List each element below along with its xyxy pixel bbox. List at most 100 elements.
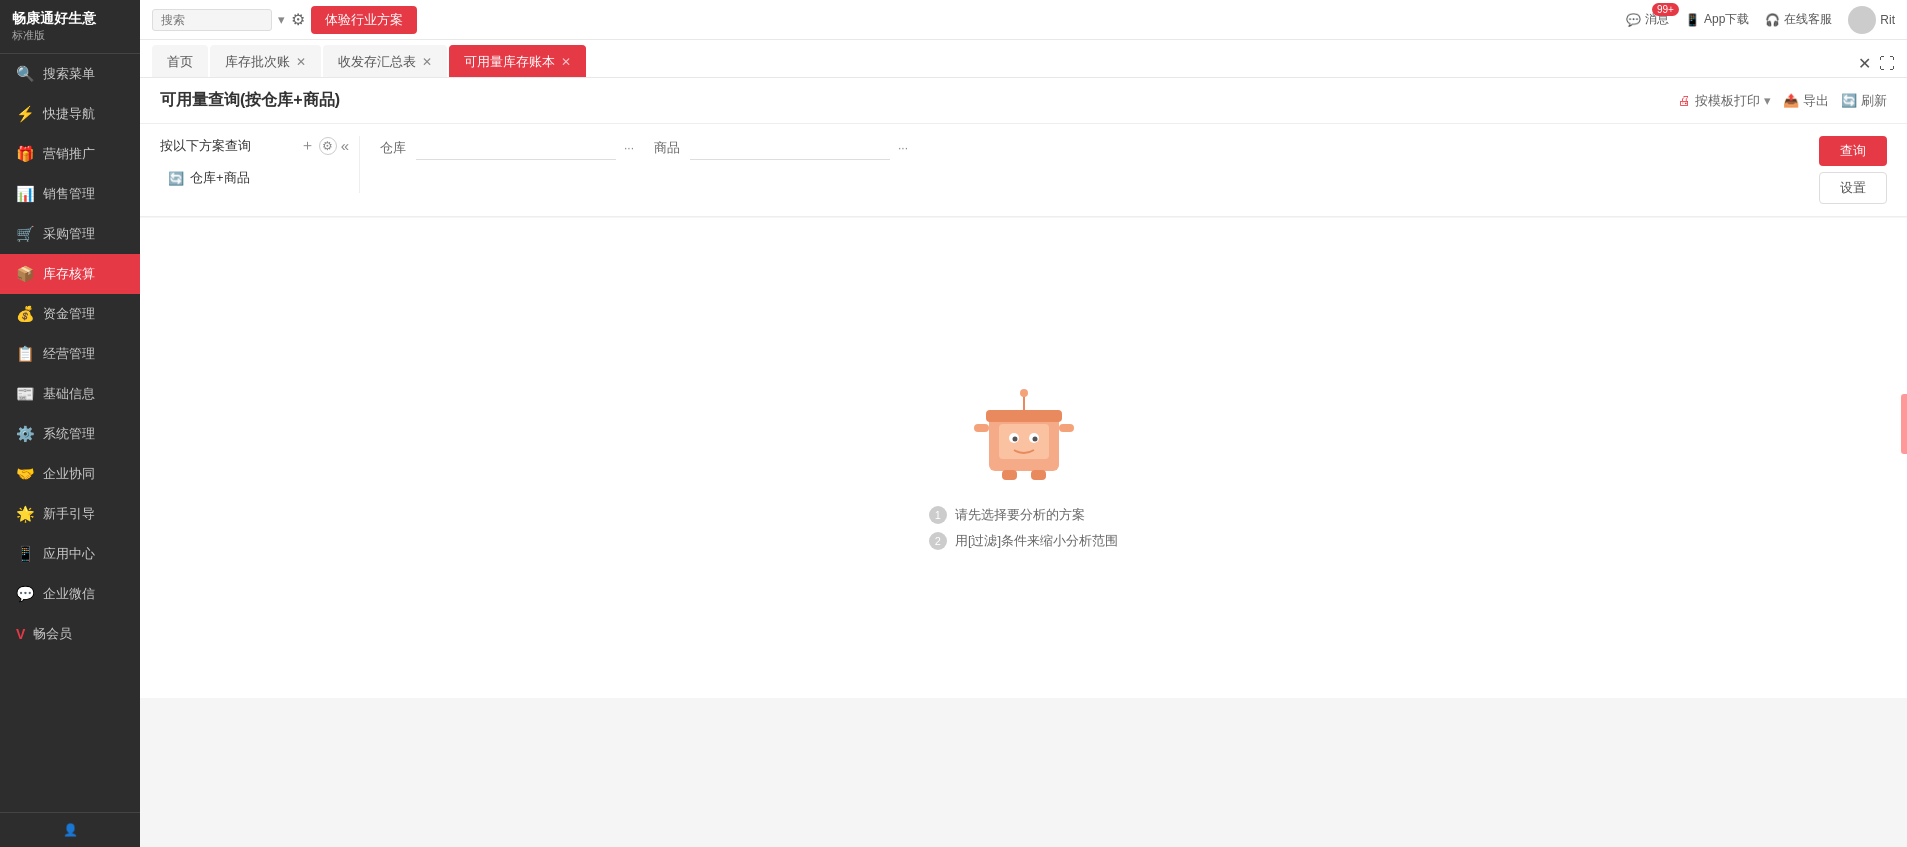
clipboard-icon: 📋 — [16, 345, 35, 363]
money-icon: 💰 — [16, 305, 35, 323]
warehouse-more-btn[interactable]: ··· — [624, 141, 634, 155]
sidebar-item-member[interactable]: V 畅会员 — [0, 614, 140, 654]
tip-text-1: 请先选择要分析的方案 — [955, 506, 1085, 524]
star-icon: 🌟 — [16, 505, 35, 523]
print-icon: 🖨 — [1678, 93, 1691, 108]
cart-icon: 🛒 — [16, 225, 35, 243]
sidebar-item-finance[interactable]: 💰 资金管理 — [0, 294, 140, 334]
refresh-icon: 🔄 — [1841, 93, 1857, 108]
tab-available[interactable]: 可用量库存账本 ✕ — [449, 45, 586, 77]
scheme-cycle-icon: 🔄 — [168, 171, 184, 186]
filter-area: 按以下方案查询 ＋ ⚙ « 🔄 仓库+商品 仓库 — [140, 124, 1907, 217]
sidebar-item-operation[interactable]: 📋 经营管理 — [0, 334, 140, 374]
tab-summary[interactable]: 收发存汇总表 ✕ — [323, 45, 447, 77]
dropdown-icon[interactable]: ▾ — [278, 12, 285, 27]
breadcrumb-area: ▾ ⚙ 体验行业方案 — [152, 6, 1618, 34]
tab-summary-label: 收发存汇总表 — [338, 53, 416, 71]
content-area: 可用量查询(按仓库+商品) 🖨 按模板打印 ▾ 📤 导出 🔄 刷新 — [140, 78, 1907, 847]
tabs-expand-icon[interactable]: ⛶ — [1879, 55, 1895, 73]
tab-available-close[interactable]: ✕ — [561, 55, 571, 69]
product-field: 商品 ··· — [654, 136, 908, 160]
tab-home[interactable]: 首页 — [152, 45, 208, 77]
tip-num-2: 2 — [929, 532, 947, 550]
tab-home-label: 首页 — [167, 53, 193, 71]
nav-search-input[interactable] — [152, 9, 272, 31]
app-download-item[interactable]: 📱 App下载 — [1685, 11, 1749, 28]
sidebar-item-label: 畅会员 — [33, 625, 72, 643]
print-button[interactable]: 🖨 按模板打印 ▾ — [1678, 92, 1771, 110]
export-button[interactable]: 📤 导出 — [1783, 92, 1829, 110]
add-scheme-icon[interactable]: ＋ — [300, 136, 315, 155]
svg-rect-10 — [1059, 424, 1074, 432]
empty-illustration — [964, 366, 1084, 486]
sidebar-item-appcenter[interactable]: 📱 应用中心 — [0, 534, 140, 574]
sidebar-bottom: 👤 — [0, 812, 140, 847]
scheme-warehouse-product[interactable]: 🔄 仓库+商品 — [160, 163, 349, 193]
sidebar-item-cooperation[interactable]: 🤝 企业协同 — [0, 454, 140, 494]
refresh-button[interactable]: 🔄 刷新 — [1841, 92, 1887, 110]
sidebar-item-label: 经营管理 — [43, 345, 95, 363]
trial-button[interactable]: 体验行业方案 — [311, 6, 417, 34]
online-service-item[interactable]: 🎧 在线客服 — [1765, 11, 1832, 28]
sidebar-bottom-icon: 👤 — [63, 823, 78, 837]
sidebar-item-search[interactable]: 🔍 搜索菜单 — [0, 54, 140, 94]
top-header: ▾ ⚙ 体验行业方案 💬 消息 99+ 📱 App下载 🎧 在线客服 Rit — [140, 0, 1907, 40]
tabs-right: ✕ ⛶ — [1858, 54, 1895, 77]
avatar — [1848, 6, 1876, 34]
message-badge: 99+ — [1652, 3, 1679, 16]
sidebar-scroll: 🔍 搜索菜单 ⚡ 快捷导航 🎁 营销推广 📊 销售管理 🛒 采购管理 📦 库存核… — [0, 54, 140, 812]
product-more-btn[interactable]: ··· — [898, 141, 908, 155]
sidebar-item-sales[interactable]: 📊 销售管理 — [0, 174, 140, 214]
sidebar-item-system[interactable]: ⚙️ 系统管理 — [0, 414, 140, 454]
warehouse-input[interactable] — [416, 136, 616, 160]
scheme-label: 按以下方案查询 — [160, 137, 251, 155]
tip-item-2: 2 用[过滤]条件来缩小分析范围 — [929, 532, 1118, 550]
sidebar-item-label: 营销推广 — [43, 145, 95, 163]
settings-scheme-icon[interactable]: ⚙ — [319, 137, 337, 155]
product-input[interactable] — [690, 136, 890, 160]
logo-title: 畅康通好生意 — [12, 10, 128, 28]
user-item[interactable]: Rit — [1848, 6, 1895, 34]
sidebar-logo: 畅康通好生意 标准版 — [0, 0, 140, 54]
refresh-label: 刷新 — [1861, 92, 1887, 110]
page-actions: 🖨 按模板打印 ▾ 📤 导出 🔄 刷新 — [1678, 92, 1887, 110]
page-header: 可用量查询(按仓库+商品) 🖨 按模板打印 ▾ 📤 导出 🔄 刷新 — [140, 78, 1907, 124]
scheme-panel-header: 按以下方案查询 ＋ ⚙ « — [160, 136, 349, 155]
tabs-close-icon[interactable]: ✕ — [1858, 54, 1871, 73]
message-item[interactable]: 💬 消息 99+ — [1626, 11, 1669, 28]
right-scroll-handle[interactable] — [1901, 394, 1907, 454]
sidebar-item-newguide[interactable]: 🌟 新手引导 — [0, 494, 140, 534]
query-buttons: 查询 设置 — [1819, 136, 1887, 204]
tab-batch[interactable]: 库存批次账 ✕ — [210, 45, 321, 77]
headset-icon: 🎧 — [1765, 13, 1780, 27]
tip-item-1: 1 请先选择要分析的方案 — [929, 506, 1118, 524]
tab-batch-close[interactable]: ✕ — [296, 55, 306, 69]
tab-summary-close[interactable]: ✕ — [422, 55, 432, 69]
settings-icon[interactable]: ⚙ — [291, 10, 305, 29]
sidebar-item-label: 快捷导航 — [43, 105, 95, 123]
handshake-icon: 🤝 — [16, 465, 35, 483]
svg-rect-1 — [986, 410, 1062, 422]
online-service-label: 在线客服 — [1784, 11, 1832, 28]
collapse-scheme-icon[interactable]: « — [341, 137, 349, 154]
sidebar-item-shortcut[interactable]: ⚡ 快捷导航 — [0, 94, 140, 134]
sidebar-item-inventory[interactable]: 📦 库存核算 — [0, 254, 140, 294]
query-button[interactable]: 查询 — [1819, 136, 1887, 166]
tip-num-1: 1 — [929, 506, 947, 524]
empty-tips: 1 请先选择要分析的方案 2 用[过滤]条件来缩小分析范围 — [929, 506, 1118, 550]
sidebar-item-wechat[interactable]: 💬 企业微信 — [0, 574, 140, 614]
empty-state: 1 请先选择要分析的方案 2 用[过滤]条件来缩小分析范围 — [140, 218, 1907, 698]
export-label: 导出 — [1803, 92, 1829, 110]
sidebar-item-label: 库存核算 — [43, 265, 95, 283]
sidebar-item-marketing[interactable]: 🎁 营销推广 — [0, 134, 140, 174]
settings-button[interactable]: 设置 — [1819, 172, 1887, 204]
tab-available-label: 可用量库存账本 — [464, 53, 555, 71]
sidebar-item-purchase[interactable]: 🛒 采购管理 — [0, 214, 140, 254]
sidebar-item-basic[interactable]: 📰 基础信息 — [0, 374, 140, 414]
svg-rect-12 — [1031, 470, 1046, 480]
page-title: 可用量查询(按仓库+商品) — [160, 90, 340, 111]
svg-point-5 — [1012, 437, 1017, 442]
print-label: 按模板打印 — [1695, 92, 1760, 110]
filter-fields: 仓库 ··· 商品 ··· — [360, 136, 1803, 160]
user-name: Rit — [1880, 13, 1895, 27]
